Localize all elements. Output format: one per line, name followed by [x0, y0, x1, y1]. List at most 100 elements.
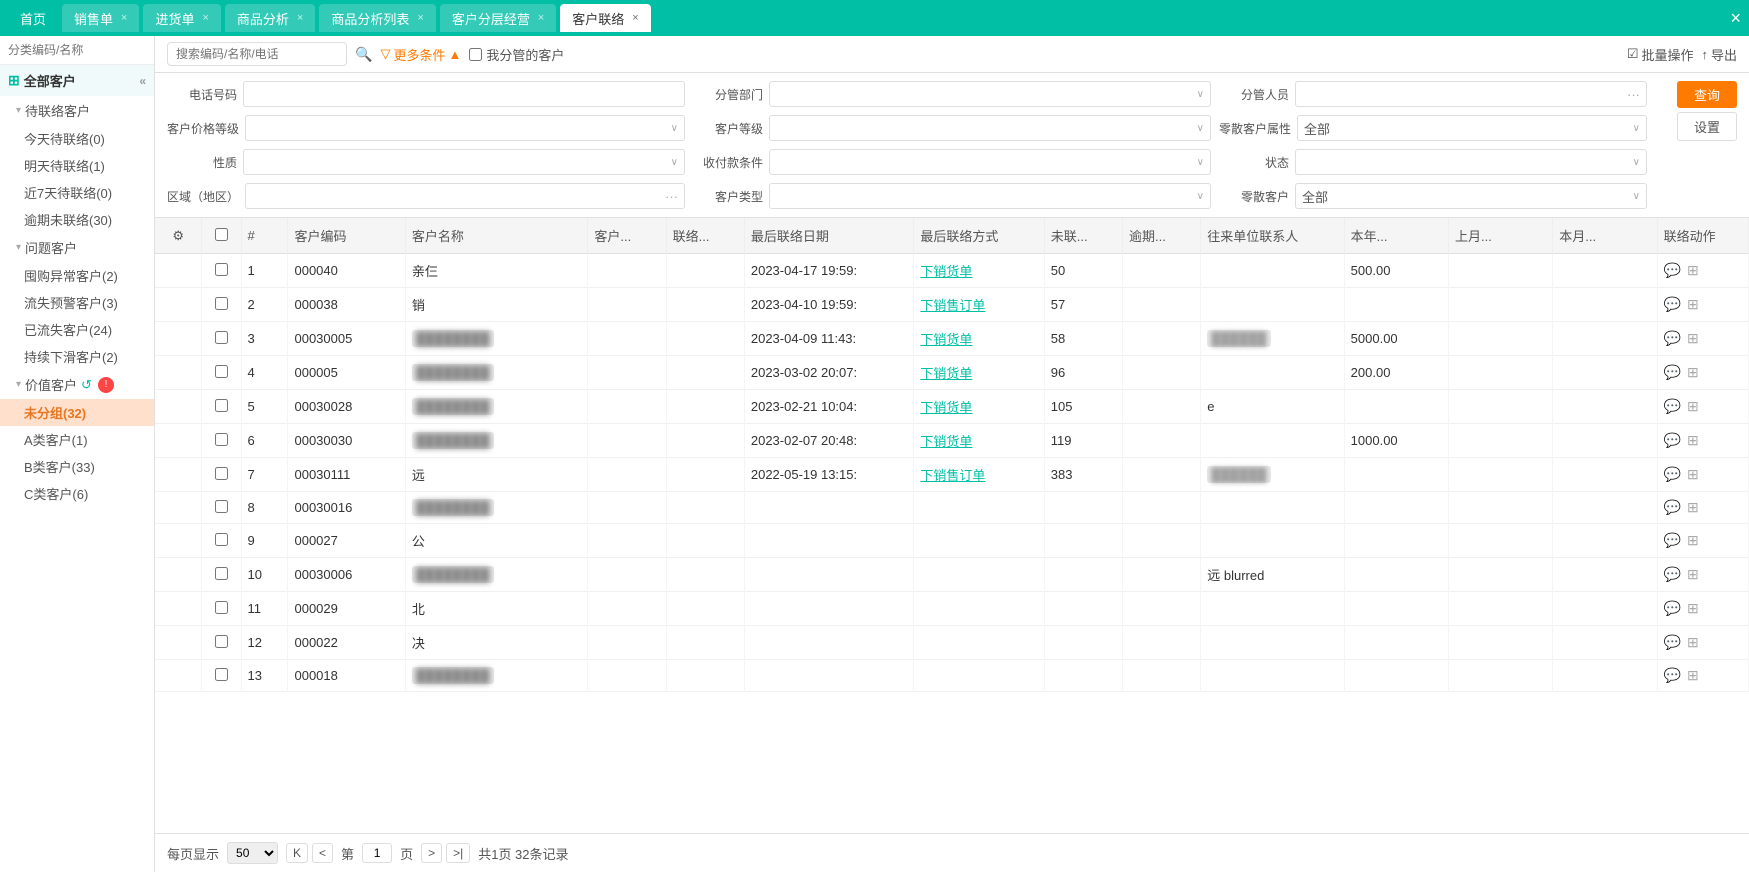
my-customers-checkbox-label[interactable]: 我分管的客户: [469, 45, 564, 64]
export-button[interactable]: ↑ 导出: [1701, 45, 1737, 64]
sidebar-item-7days[interactable]: 近7天待联络(0): [0, 179, 154, 206]
grid-action-icon[interactable]: ⊞: [1687, 296, 1699, 313]
close-icon[interactable]: ×: [202, 12, 208, 24]
close-icon[interactable]: ×: [417, 12, 423, 24]
th-this-month[interactable]: 本月...: [1553, 218, 1657, 254]
row-settings[interactable]: [155, 626, 202, 660]
chat-icon[interactable]: 💬: [1664, 532, 1681, 549]
close-icon[interactable]: ×: [538, 12, 544, 24]
tab-analysis-list[interactable]: 商品分析列表 ×: [319, 4, 435, 32]
grid-action-icon[interactable]: ⊞: [1687, 398, 1699, 415]
th-contact[interactable]: 联络...: [666, 218, 744, 254]
th-last-contact-way[interactable]: 最后联络方式: [914, 218, 1044, 254]
sidebar-item-abnormal[interactable]: 囤购异常客户(2): [0, 262, 154, 289]
chat-icon[interactable]: 💬: [1664, 634, 1681, 651]
close-icon[interactable]: ×: [632, 12, 638, 24]
prev-page-button[interactable]: <: [312, 843, 333, 863]
tab-customer-tier[interactable]: 客户分层经营 ×: [440, 4, 556, 32]
grid-action-icon[interactable]: ⊞: [1687, 667, 1699, 684]
sidebar-item-c-class[interactable]: C类客户(6): [0, 480, 154, 507]
query-button[interactable]: 查询: [1677, 81, 1737, 108]
select-all-checkbox[interactable]: [215, 228, 228, 241]
contact-way-link[interactable]: 下销售订单: [920, 298, 985, 313]
chat-icon[interactable]: 💬: [1664, 499, 1681, 516]
close-all-icon[interactable]: ×: [1730, 8, 1741, 29]
chat-icon[interactable]: 💬: [1664, 600, 1681, 617]
payment-select[interactable]: ∨: [769, 149, 1211, 175]
grid-action-icon[interactable]: ⊞: [1687, 432, 1699, 449]
grid-action-icon[interactable]: ⊞: [1687, 532, 1699, 549]
row-settings[interactable]: [155, 356, 202, 390]
row-settings[interactable]: [155, 288, 202, 322]
close-icon[interactable]: ×: [121, 12, 127, 24]
search-input[interactable]: [167, 42, 347, 66]
last-page-button[interactable]: >|: [446, 843, 470, 863]
contact-way-link[interactable]: 下销货单: [920, 434, 972, 449]
row-settings[interactable]: [155, 492, 202, 524]
nature-select[interactable]: ∨: [243, 149, 685, 175]
row-checkbox[interactable]: [202, 626, 241, 660]
chat-icon[interactable]: 💬: [1664, 262, 1681, 279]
reset-button[interactable]: 设置: [1677, 112, 1737, 141]
row-settings[interactable]: [155, 660, 202, 692]
row-settings[interactable]: [155, 524, 202, 558]
row-checkbox[interactable]: [202, 254, 241, 288]
per-page-select[interactable]: 50 100 200: [227, 842, 278, 864]
sidebar-item-declining[interactable]: 持续下滑客户(2): [0, 343, 154, 370]
grid-action-icon[interactable]: ⊞: [1687, 499, 1699, 516]
close-icon[interactable]: ×: [297, 12, 303, 24]
th-uncontacted[interactable]: 未联...: [1044, 218, 1122, 254]
page-input[interactable]: [362, 843, 392, 863]
pending-group[interactable]: ▾ 待联络客户: [0, 96, 154, 125]
manager-select[interactable]: ···: [1295, 81, 1647, 107]
retail-attr-select[interactable]: 全部 ∨: [1297, 115, 1647, 141]
value-group[interactable]: ▾ 价值客户 ↺ !: [0, 370, 154, 399]
row-settings[interactable]: [155, 322, 202, 356]
row-settings[interactable]: [155, 390, 202, 424]
tab-sales[interactable]: 销售单 ×: [62, 4, 139, 32]
th-settings[interactable]: ⚙: [155, 218, 202, 254]
refresh-icon[interactable]: ↺: [81, 377, 92, 393]
region-select[interactable]: ···: [245, 183, 685, 209]
next-page-button[interactable]: >: [421, 843, 442, 863]
row-settings[interactable]: [155, 592, 202, 626]
sidebar-item-churned[interactable]: 已流失客户(24): [0, 316, 154, 343]
price-level-select[interactable]: ∨: [245, 115, 685, 141]
sidebar-item-churn-warning[interactable]: 流失预警客户(3): [0, 289, 154, 316]
contact-way-link[interactable]: 下销售订单: [920, 468, 985, 483]
row-checkbox[interactable]: [202, 492, 241, 524]
th-overdue[interactable]: 逾期...: [1123, 218, 1201, 254]
th-this-year[interactable]: 本年...: [1344, 218, 1448, 254]
row-checkbox[interactable]: [202, 322, 241, 356]
grid-action-icon[interactable]: ⊞: [1687, 566, 1699, 583]
tab-customer-contact[interactable]: 客户联络 ×: [560, 4, 650, 32]
all-customers-header[interactable]: ⊞ 全部客户 «: [0, 65, 154, 96]
my-customers-checkbox[interactable]: [469, 48, 482, 61]
tab-home[interactable]: 首页: [8, 4, 58, 32]
chat-icon[interactable]: 💬: [1664, 364, 1681, 381]
chat-icon[interactable]: 💬: [1664, 466, 1681, 483]
th-type[interactable]: 客户...: [588, 218, 666, 254]
th-unit-contact[interactable]: 往来单位联系人: [1201, 218, 1344, 254]
contact-way-link[interactable]: 下销货单: [920, 400, 972, 415]
batch-ops-button[interactable]: ☑ 批量操作: [1627, 45, 1694, 64]
chat-icon[interactable]: 💬: [1664, 330, 1681, 347]
row-settings[interactable]: [155, 424, 202, 458]
th-code[interactable]: 客户编码: [288, 218, 405, 254]
status-select[interactable]: ∨: [1295, 149, 1647, 175]
row-checkbox[interactable]: [202, 390, 241, 424]
row-checkbox[interactable]: [202, 592, 241, 626]
problem-group[interactable]: ▾ 问题客户: [0, 233, 154, 262]
contact-way-link[interactable]: 下销货单: [920, 332, 972, 347]
grid-action-icon[interactable]: ⊞: [1687, 262, 1699, 279]
row-checkbox[interactable]: [202, 288, 241, 322]
grid-action-icon[interactable]: ⊞: [1687, 330, 1699, 347]
row-checkbox[interactable]: [202, 524, 241, 558]
more-conditions-btn[interactable]: ▽ 更多条件 ▲: [380, 45, 461, 64]
grid-action-icon[interactable]: ⊞: [1687, 600, 1699, 617]
chat-icon[interactable]: 💬: [1664, 398, 1681, 415]
department-select[interactable]: ∨: [769, 81, 1211, 107]
row-settings[interactable]: [155, 558, 202, 592]
phone-input[interactable]: [243, 81, 685, 107]
search-button[interactable]: 🔍: [355, 46, 372, 63]
